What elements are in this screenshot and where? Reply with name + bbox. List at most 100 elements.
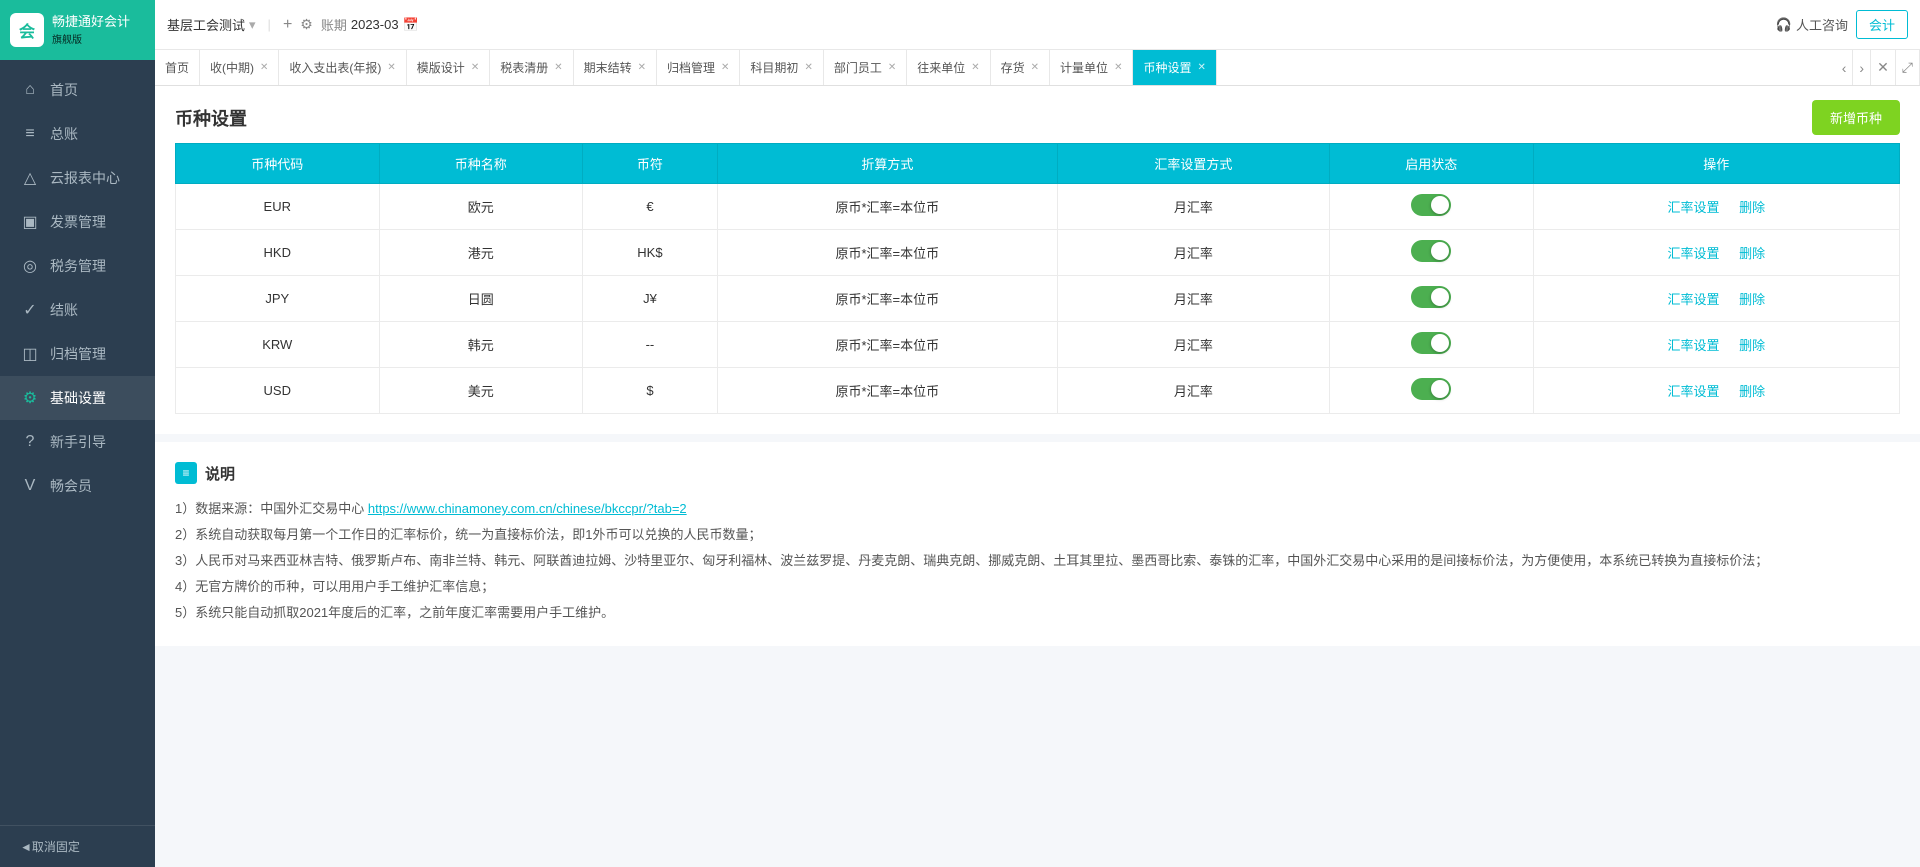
tab-close-template[interactable]: ✕ <box>471 62 479 73</box>
tab-label-income: 收入支出表(年报) <box>289 59 381 76</box>
tab-inventory[interactable]: 存货 ✕ <box>991 50 1050 86</box>
col-header-name: 币种名称 <box>379 144 583 184</box>
delete-link-4[interactable]: 删除 <box>1739 384 1765 399</box>
member-icon: V <box>20 477 40 495</box>
note-item-5: 5）系统只能自动抓取2021年度后的汇率，之前年度汇率需要用户手工维护。 <box>175 600 1900 626</box>
logo-icon: 会 <box>10 13 44 47</box>
tab-close-archive[interactable]: ✕ <box>721 62 729 73</box>
rate-setting-link-0[interactable]: 汇率设置 <box>1667 200 1719 215</box>
help-btn[interactable]: 🎧 人工咨询 <box>1776 15 1848 34</box>
note-item-1: 1）数据来源：中国外汇交易中心 https://www.chinamoney.c… <box>175 496 1900 522</box>
tab-close-period-end[interactable]: ✕ <box>638 62 646 73</box>
add-company-btn[interactable]: + <box>283 16 292 34</box>
sidebar-item-tax[interactable]: ◎ 税务管理 <box>0 244 155 288</box>
sidebar-item-guide[interactable]: ? 新手引导 <box>0 420 155 464</box>
sidebar-item-archive[interactable]: ◫ 归档管理 <box>0 332 155 376</box>
tab-close-all-btn[interactable]: ✕ <box>1871 50 1896 86</box>
sidebar-label-archive: 归档管理 <box>50 344 106 364</box>
delete-link-3[interactable]: 删除 <box>1739 338 1765 353</box>
tab-label-unit: 计量单位 <box>1060 59 1108 76</box>
sidebar-label-reports: 云报表中心 <box>50 168 120 188</box>
sidebar-footer-pin[interactable]: ◄取消固定 <box>0 825 155 867</box>
toggle-thumb-1 <box>1431 242 1449 260</box>
sidebar-item-ledger[interactable]: ≡ 总账 <box>0 112 155 156</box>
tab-close-unit[interactable]: ✕ <box>1114 62 1122 73</box>
tab-period-end[interactable]: 期末结转 ✕ <box>574 50 657 86</box>
calendar-icon[interactable]: 📅 <box>403 17 419 33</box>
delete-link-2[interactable]: 删除 <box>1739 292 1765 307</box>
notes-content: 1）数据来源：中国外汇交易中心 https://www.chinamoney.c… <box>175 496 1900 626</box>
sidebar-item-checkout[interactable]: ✓ 结账 <box>0 288 155 332</box>
tab-nav-end: ‹ › ✕ ⤢ <box>1836 50 1920 86</box>
toggle-track-2 <box>1411 286 1451 308</box>
tab-close-subject[interactable]: ✕ <box>804 62 812 73</box>
toggle-track-4 <box>1411 378 1451 400</box>
note-item-4: 4）无官方牌价的币种，可以用用户手工维护汇率信息； <box>175 574 1900 600</box>
tab-close-income[interactable]: ✕ <box>387 62 395 73</box>
rate-setting-link-1[interactable]: 汇率设置 <box>1667 246 1719 261</box>
tab-close-partners[interactable]: ✕ <box>971 62 979 73</box>
topbar-gear-icon[interactable]: ⚙ <box>300 16 313 33</box>
toggle-0[interactable] <box>1411 194 1451 216</box>
cell-status-4 <box>1330 368 1534 414</box>
tab-close-dept[interactable]: ✕ <box>888 62 896 73</box>
toggle-2[interactable] <box>1411 286 1451 308</box>
topbar-divider: | <box>268 17 271 32</box>
new-currency-button[interactable]: 新增币种 <box>1812 100 1900 135</box>
note-item-3: 3）人民币对马来西亚林吉特、俄罗斯卢布、南非兰特、韩元、阿联酋迪拉姆、沙特里亚尔… <box>175 548 1900 574</box>
user-btn[interactable]: 会计 <box>1856 10 1908 39</box>
invoice-icon: ▣ <box>20 212 40 232</box>
notes-link[interactable]: https://www.chinamoney.com.cn/chinese/bk… <box>368 501 687 516</box>
tab-taxclear[interactable]: 税表清册 ✕ <box>490 50 573 86</box>
sidebar-item-reports[interactable]: △ 云报表中心 <box>0 156 155 200</box>
tabbar: 首页 收(中期) ✕ 收入支出表(年报) ✕ 模版设计 ✕ 税表清册 ✕ 期末结… <box>155 50 1920 86</box>
rate-setting-link-2[interactable]: 汇率设置 <box>1667 292 1719 307</box>
tab-close-taxclear[interactable]: ✕ <box>554 62 562 73</box>
tab-prev-btn[interactable]: ‹ <box>1836 50 1854 86</box>
rate-setting-link-4[interactable]: 汇率设置 <box>1667 384 1719 399</box>
tab-balance[interactable]: 收(中期) ✕ <box>200 50 279 86</box>
sidebar-label-invoice: 发票管理 <box>50 212 106 232</box>
logo-sub: 旗舰版 <box>52 31 130 46</box>
sidebar-nav: ⌂ 首页 ≡ 总账 △ 云报表中心 ▣ 发票管理 ◎ 税务管理 ✓ 结账 ◫ 归… <box>0 60 155 825</box>
company-selector[interactable]: 基层工会测试 ▾ <box>167 15 256 34</box>
tab-close-inventory[interactable]: ✕ <box>1031 62 1039 73</box>
tab-subject[interactable]: 科目期初 ✕ <box>740 50 823 86</box>
tab-close-currency[interactable]: ✕ <box>1197 62 1205 73</box>
toggle-3[interactable] <box>1411 332 1451 354</box>
tab-label-partners: 往来单位 <box>917 59 965 76</box>
rate-setting-link-3[interactable]: 汇率设置 <box>1667 338 1719 353</box>
tab-home[interactable]: 首页 <box>155 50 200 86</box>
sidebar-item-member[interactable]: V 畅会员 <box>0 464 155 508</box>
tab-label-balance: 收(中期) <box>210 59 254 76</box>
toggle-thumb-2 <box>1431 288 1449 306</box>
toggle-1[interactable] <box>1411 240 1451 262</box>
company-name: 基层工会测试 <box>167 15 245 34</box>
toggle-track-1 <box>1411 240 1451 262</box>
sidebar-label-checkout: 结账 <box>50 300 78 320</box>
page-title: 币种设置 <box>175 105 247 131</box>
tab-template[interactable]: 模版设计 ✕ <box>407 50 490 86</box>
tab-close-balance[interactable]: ✕ <box>260 62 268 73</box>
table-row: EUR 欧元 € 原币*汇率=本位币 月汇率 汇率设置 删除 <box>176 184 1900 230</box>
tab-maximize-btn[interactable]: ⤢ <box>1896 50 1920 86</box>
delete-link-1[interactable]: 删除 <box>1739 246 1765 261</box>
tab-archive[interactable]: 归档管理 ✕ <box>657 50 740 86</box>
tab-partners[interactable]: 往来单位 ✕ <box>907 50 990 86</box>
tab-label-taxclear: 税表清册 <box>500 59 548 76</box>
tab-unit[interactable]: 计量单位 ✕ <box>1050 50 1133 86</box>
toggle-4[interactable] <box>1411 378 1451 400</box>
sidebar-logo: 会 畅捷通好会计 旗舰版 <box>0 0 155 60</box>
tab-income[interactable]: 收入支出表(年报) ✕ <box>279 50 406 86</box>
tab-label-archive: 归档管理 <box>667 59 715 76</box>
tab-dept[interactable]: 部门员工 ✕ <box>824 50 907 86</box>
sidebar-item-home[interactable]: ⌂ 首页 <box>0 68 155 112</box>
tab-currency[interactable]: 币种设置 ✕ <box>1133 50 1216 86</box>
cell-actions-1: 汇率设置 删除 <box>1533 230 1899 276</box>
tab-next-btn[interactable]: › <box>1853 50 1871 86</box>
sidebar-label-member: 畅会员 <box>50 476 92 496</box>
sidebar-item-invoice[interactable]: ▣ 发票管理 <box>0 200 155 244</box>
sidebar-item-settings[interactable]: ⚙ 基础设置 <box>0 376 155 420</box>
delete-link-0[interactable]: 删除 <box>1739 200 1765 215</box>
cell-calc-3: 原币*汇率=本位币 <box>717 322 1057 368</box>
